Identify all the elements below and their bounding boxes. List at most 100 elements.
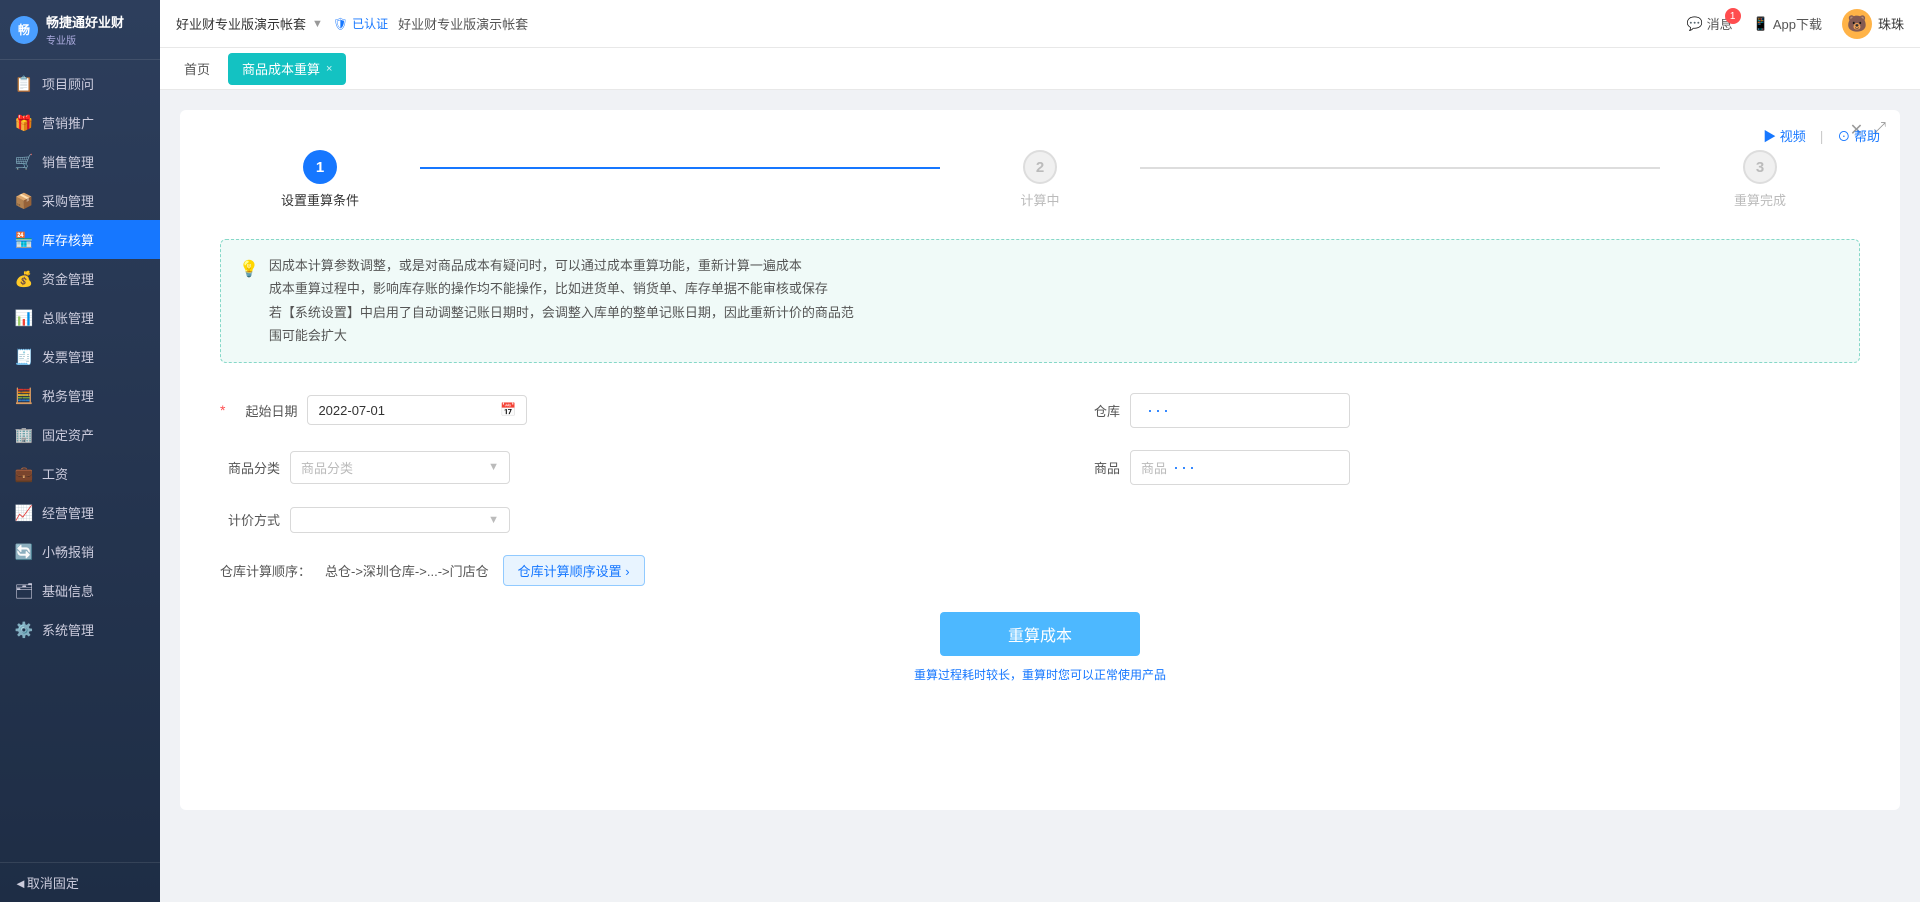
step-3-label: 重算完成 bbox=[1734, 190, 1786, 209]
sidebar-logo-icon: 畅 bbox=[10, 16, 38, 44]
video-button[interactable]: ▶ 视频 bbox=[1763, 126, 1806, 145]
report-icon: 🔄 bbox=[14, 543, 34, 561]
pricing-dropdown-icon: ▼ bbox=[488, 514, 499, 526]
sales-icon: 🛒 bbox=[14, 153, 34, 171]
calendar-icon: 📅 bbox=[500, 402, 516, 418]
finance-icon: 💰 bbox=[14, 270, 34, 288]
form-row-2: 商品分类 商品分类 ▼ 商品 商品 ··· bbox=[220, 450, 1860, 485]
category-input[interactable]: 商品分类 ▼ bbox=[290, 451, 510, 484]
sidebar-logo-text: 畅捷通好业财 专业版 bbox=[46, 12, 124, 47]
account-selector[interactable]: 好业财专业版演示帐套 ▼ bbox=[176, 14, 323, 33]
sidebar-item-project[interactable]: 📋 项目顾问 bbox=[0, 64, 160, 103]
sidebar-item-label: 发票管理 bbox=[42, 347, 94, 366]
asset-icon: 🏢 bbox=[14, 426, 34, 444]
warehouse-order-label: 仓库计算顺序： bbox=[220, 561, 311, 580]
warehouse-more-icon[interactable]: ··· bbox=[1147, 400, 1171, 421]
sidebar-item-base[interactable]: 🗂 基础信息 bbox=[0, 571, 160, 610]
sidebar-item-label: 营销推广 bbox=[42, 113, 94, 132]
avatar: 🐻 bbox=[1842, 9, 1872, 39]
category-dropdown-icon: ▼ bbox=[488, 461, 499, 473]
product-input[interactable]: 商品 ··· bbox=[1130, 450, 1350, 485]
sidebar-unpin-button[interactable]: ◄取消固定 bbox=[0, 862, 160, 902]
start-date-input[interactable]: 2022-07-01 📅 bbox=[307, 395, 527, 425]
help-button[interactable]: ⊙ 帮助 bbox=[1837, 126, 1880, 145]
step-line-2 bbox=[1140, 167, 1660, 169]
content-area: ✕ ⤢ ▶ 视频 | ⊙ 帮助 1 设置重算条件 2 计算中 bbox=[160, 90, 1920, 902]
topbar: 好业财专业版演示帐套 ▼ 🛡 已认证 好业财专业版演示帐套 💬 消息 1 📱 A… bbox=[160, 0, 1920, 48]
username: 珠珠 bbox=[1878, 14, 1904, 33]
account-name-secondary: 好业财专业版演示帐套 bbox=[398, 14, 528, 33]
sidebar-item-system[interactable]: ⚙️ 系统管理 bbox=[0, 610, 160, 649]
sidebar: 畅 畅捷通好业财 专业版 📋 项目顾问 🎁 营销推广 🛒 销售管理 📦 采购管理… bbox=[0, 0, 160, 902]
tabs-bar: 首页 商品成本重算 × bbox=[160, 48, 1920, 90]
step-3-circle: 3 bbox=[1743, 150, 1777, 184]
inventory-icon: 🏪 bbox=[14, 231, 34, 249]
sidebar-item-purchase[interactable]: 📦 采购管理 bbox=[0, 181, 160, 220]
warehouse-order-row: 仓库计算顺序： 总仓->深圳仓库->...->门店仓 仓库计算顺序设置 › bbox=[220, 555, 1860, 586]
sidebar-item-label: 基础信息 bbox=[42, 581, 94, 600]
content-toolbar: ▶ 视频 | ⊙ 帮助 bbox=[1763, 126, 1880, 145]
sidebar-item-salary[interactable]: 💼 工资 bbox=[0, 454, 160, 493]
sidebar-item-sales[interactable]: 🛒 销售管理 bbox=[0, 142, 160, 181]
warehouse-label: 仓库 bbox=[1060, 401, 1120, 420]
account-dropdown-icon: ▼ bbox=[312, 18, 323, 30]
recalculate-button[interactable]: 重算成本 bbox=[940, 612, 1140, 656]
message-badge: 1 bbox=[1725, 8, 1741, 24]
sidebar-item-asset[interactable]: 🏢 固定资产 bbox=[0, 415, 160, 454]
sidebar-item-label: 系统管理 bbox=[42, 620, 94, 639]
tab-cost-recalc[interactable]: 商品成本重算 × bbox=[228, 53, 346, 85]
user-menu[interactable]: 🐻 珠珠 bbox=[1842, 9, 1904, 39]
info-icon: 💡 bbox=[239, 256, 259, 285]
step-1: 1 设置重算条件 bbox=[220, 150, 420, 209]
category-group: 商品分类 商品分类 ▼ bbox=[220, 451, 1020, 484]
submit-area: 重算成本 重算过程耗时较长，重算时您可以正常使用产品 bbox=[220, 612, 1860, 683]
phone-icon: 📱 bbox=[1753, 16, 1769, 32]
tab-home[interactable]: 首页 bbox=[170, 53, 224, 85]
sidebar-nav: 📋 项目顾问 🎁 营销推广 🛒 销售管理 📦 采购管理 🏪 库存核算 💰 资金管… bbox=[0, 60, 160, 862]
step-2-circle: 2 bbox=[1023, 150, 1057, 184]
topbar-right: 💬 消息 1 📱 App下载 🐻 珠珠 bbox=[1686, 9, 1904, 39]
pricing-input[interactable]: ▼ bbox=[290, 507, 510, 533]
sidebar-item-label: 固定资产 bbox=[42, 425, 94, 444]
invoice-icon: 🧾 bbox=[14, 348, 34, 366]
system-icon: ⚙️ bbox=[14, 621, 34, 639]
start-date-group: * 起始日期 2022-07-01 📅 bbox=[220, 395, 1020, 425]
message-icon: 💬 bbox=[1686, 16, 1702, 32]
info-box: 💡 因成本计算参数调整，或是对商品成本有疑问时，可以通过成本重算功能，重新计算一… bbox=[220, 239, 1860, 363]
account-name: 好业财专业版演示帐套 bbox=[176, 14, 306, 33]
form-row-3: 计价方式 ▼ bbox=[220, 507, 1860, 533]
step-3: 3 重算完成 bbox=[1660, 150, 1860, 209]
product-more-icon[interactable]: ··· bbox=[1173, 457, 1197, 478]
tab-close-icon[interactable]: × bbox=[326, 63, 332, 75]
warehouse-group: 仓库 ··· bbox=[1060, 393, 1860, 428]
purchase-icon: 📦 bbox=[14, 192, 34, 210]
sidebar-item-invoice[interactable]: 🧾 发票管理 bbox=[0, 337, 160, 376]
submit-hint: 重算过程耗时较长，重算时您可以正常使用产品 bbox=[914, 666, 1166, 683]
sidebar-item-tax[interactable]: 🧮 税务管理 bbox=[0, 376, 160, 415]
sidebar-item-label: 总账管理 bbox=[42, 308, 94, 327]
shield-icon: 🛡 bbox=[333, 17, 348, 31]
warehouse-input[interactable]: ··· bbox=[1130, 393, 1350, 428]
salary-icon: 💼 bbox=[14, 465, 34, 483]
step-2-label: 计算中 bbox=[1020, 190, 1059, 209]
sidebar-item-inventory[interactable]: 🏪 库存核算 bbox=[0, 220, 160, 259]
app-download-button[interactable]: 📱 App下载 bbox=[1753, 14, 1822, 33]
required-marker: * bbox=[220, 402, 225, 418]
sidebar-item-label: 小畅报销 bbox=[42, 542, 94, 561]
info-text: 因成本计算参数调整，或是对商品成本有疑问时，可以通过成本重算功能，重新计算一遍成… bbox=[269, 254, 854, 348]
sidebar-item-label: 工资 bbox=[42, 464, 68, 483]
product-group: 商品 商品 ··· bbox=[1060, 450, 1860, 485]
tax-icon: 🧮 bbox=[14, 387, 34, 405]
sidebar-item-report[interactable]: 🔄 小畅报销 bbox=[0, 532, 160, 571]
content-card: ✕ ⤢ ▶ 视频 | ⊙ 帮助 1 设置重算条件 2 计算中 bbox=[180, 110, 1900, 810]
sidebar-item-finance[interactable]: 💰 资金管理 bbox=[0, 259, 160, 298]
form-row-1: * 起始日期 2022-07-01 📅 仓库 ··· bbox=[220, 393, 1860, 428]
sidebar-item-accounting[interactable]: 📊 总账管理 bbox=[0, 298, 160, 337]
sidebar-item-operation[interactable]: 📈 经营管理 bbox=[0, 493, 160, 532]
sidebar-item-marketing[interactable]: 🎁 营销推广 bbox=[0, 103, 160, 142]
warehouse-order-settings-button[interactable]: 仓库计算顺序设置 › bbox=[503, 555, 645, 586]
message-button[interactable]: 💬 消息 1 bbox=[1686, 14, 1732, 33]
sidebar-item-label: 税务管理 bbox=[42, 386, 94, 405]
category-label: 商品分类 bbox=[220, 458, 280, 477]
sidebar-item-label: 库存核算 bbox=[42, 230, 94, 249]
